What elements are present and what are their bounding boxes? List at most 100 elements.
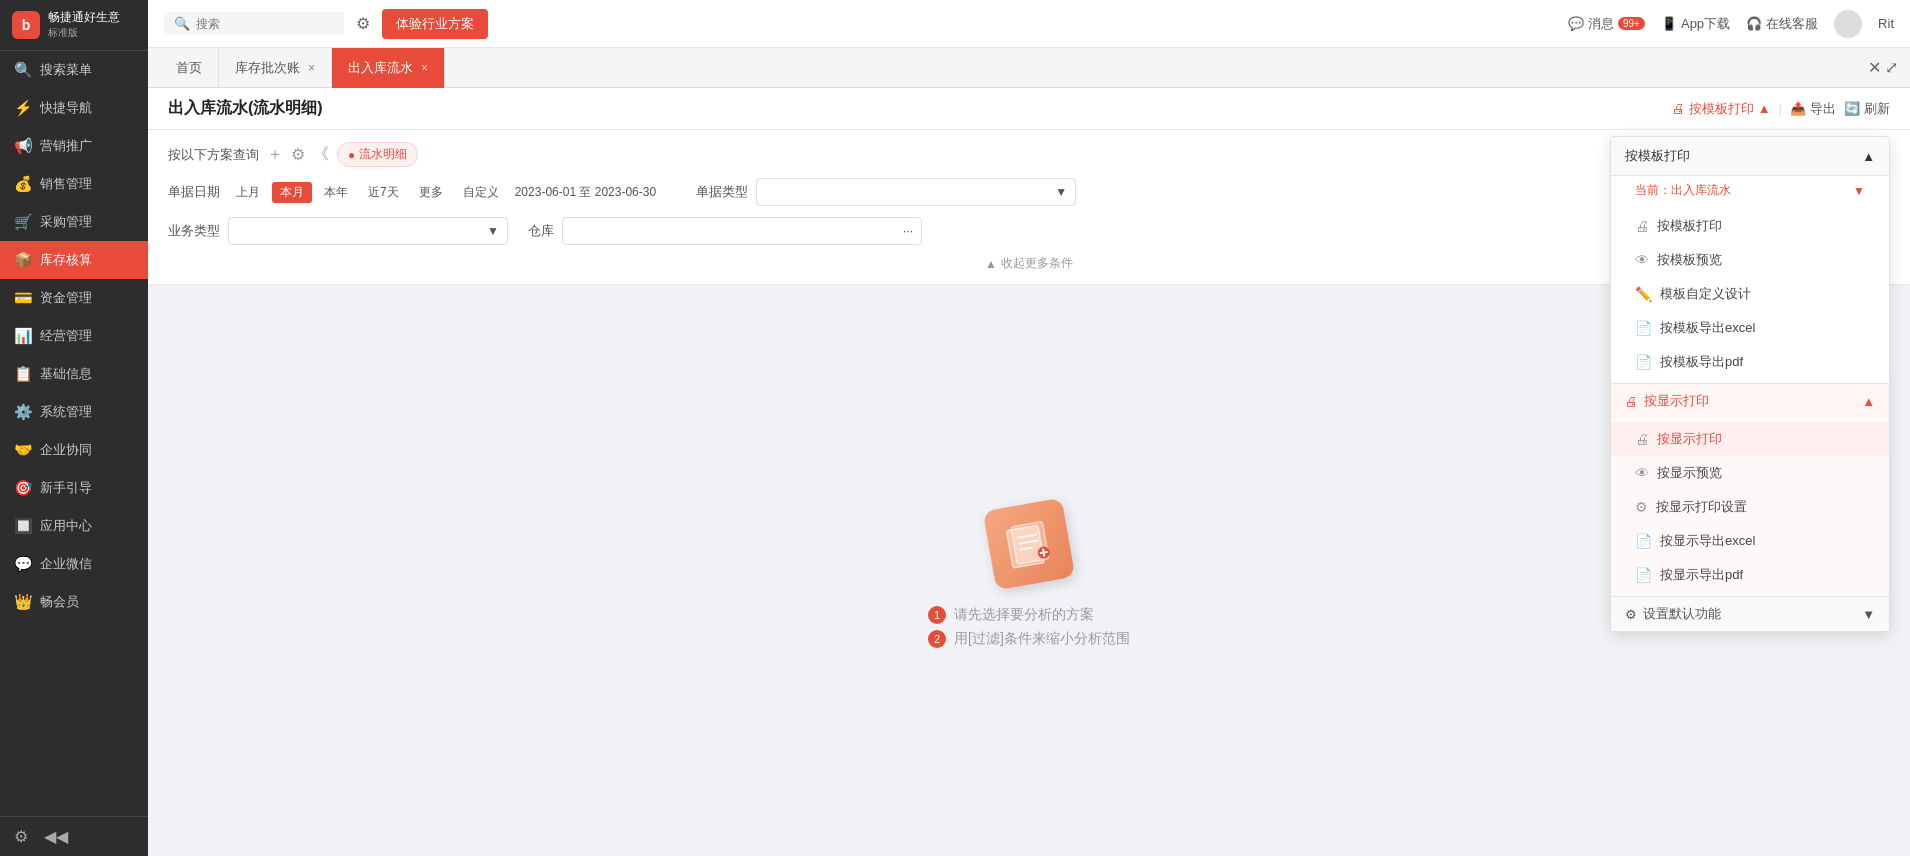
sidebar-item-purchase[interactable]: 🛒 采购管理 xyxy=(0,203,148,241)
topbar-search-box[interactable]: 🔍 xyxy=(164,12,344,35)
dropdown-display-section: 🖨 按显示打印 👁 按显示预览 ⚙ 按显示打印设置 📄 按显示导出excel 📄 xyxy=(1611,418,1889,596)
print-display-icon: 🖨 xyxy=(1635,431,1649,447)
phone-icon: 📱 xyxy=(1661,16,1677,31)
date-btn-this-year[interactable]: 本年 xyxy=(316,182,356,203)
settings-display-icon: ⚙ xyxy=(1635,499,1648,515)
page-header: 出入库流水(流水明细) 🖨 按模板打印 ▲ | 📤 导出 🔄 刷新 xyxy=(148,88,1910,130)
warehouse-select[interactable]: ··· xyxy=(562,217,922,245)
add-filter-icon[interactable]: ＋ xyxy=(267,144,283,165)
dropdown-item-display-excel[interactable]: 📄 按显示导出excel xyxy=(1611,524,1889,558)
empty-hint-2: 2 用[过滤]条件来缩小分析范围 xyxy=(928,630,1130,648)
dropdown-item-label: 模板自定义设计 xyxy=(1660,285,1751,303)
tab-flow-close[interactable]: × xyxy=(421,61,428,75)
footer-icon: ⚙ xyxy=(1625,607,1637,622)
page-title: 出入库流水(流水明细) xyxy=(168,98,323,119)
display-header-arrow: ▲ xyxy=(1862,394,1875,409)
dropdown-item-display-settings[interactable]: ⚙ 按显示打印设置 xyxy=(1611,490,1889,524)
sidebar-item-wechat[interactable]: 💬 企业微信 xyxy=(0,545,148,583)
search-icon: 🔍 xyxy=(14,61,32,79)
flow-detail-tag[interactable]: ● 流水明细 xyxy=(337,142,418,167)
sidebar-item-apps[interactable]: 🔲 应用中心 xyxy=(0,507,148,545)
empty-icon xyxy=(983,497,1076,590)
quick-nav-icon: ⚡ xyxy=(14,99,32,117)
industry-btn[interactable]: 体验行业方案 xyxy=(382,9,488,39)
dropdown-item-template-preview[interactable]: 👁 按模板预览 xyxy=(1611,243,1889,277)
online-service-btn[interactable]: 🎧 在线客服 xyxy=(1746,15,1818,33)
close-tab-btn[interactable]: ✕ xyxy=(1868,58,1881,77)
dropdown-header[interactable]: 按模板打印 ▲ xyxy=(1611,137,1889,176)
app-download-label: App下载 xyxy=(1681,15,1730,33)
dropdown-footer[interactable]: ⚙ 设置默认功能 ▼ xyxy=(1611,596,1889,631)
hint-text-2: 用[过滤]条件来缩小分析范围 xyxy=(954,630,1130,648)
collapse-sidebar-icon[interactable]: ◀◀ xyxy=(44,827,68,846)
sidebar-item-label-sales: 销售管理 xyxy=(40,175,92,193)
print-icon: 🖨 xyxy=(1672,101,1685,116)
collapse-more-btn[interactable]: ▲ 收起更多条件 xyxy=(985,255,1073,272)
sidebar-item-corp[interactable]: 🤝 企业协同 xyxy=(0,431,148,469)
hint-num-1: 1 xyxy=(928,606,946,624)
dropdown-item-template-design[interactable]: ✏️ 模板自定义设计 xyxy=(1611,277,1889,311)
dropdown-item-label: 按显示打印 xyxy=(1657,430,1722,448)
type-select-arrow: ▼ xyxy=(1055,185,1067,199)
print-template-btn[interactable]: 🖨 按模板打印 ▲ xyxy=(1672,100,1771,118)
sidebar-nav: 🔍 搜索菜单 ⚡ 快捷导航 📢 营销推广 💰 销售管理 🛒 采购管理 📦 库存核… xyxy=(0,51,148,816)
tab-batch-close[interactable]: × xyxy=(308,61,315,75)
type-select[interactable]: ▼ xyxy=(756,178,1076,206)
search-input[interactable] xyxy=(196,17,326,31)
date-btn-this-month[interactable]: 本月 xyxy=(272,182,312,203)
sidebar-item-marketing[interactable]: 📢 营销推广 xyxy=(0,127,148,165)
sidebar-item-label-purchase: 采购管理 xyxy=(40,213,92,231)
tab-batch[interactable]: 库存批次账 × xyxy=(219,48,332,88)
sidebar-item-quick-nav[interactable]: ⚡ 快捷导航 xyxy=(0,89,148,127)
tab-flow[interactable]: 出入库流水 × xyxy=(332,48,445,88)
preview-template-icon: 👁 xyxy=(1635,252,1649,268)
sidebar-item-guide[interactable]: 🎯 新手引导 xyxy=(0,469,148,507)
sidebar-item-search[interactable]: 🔍 搜索菜单 xyxy=(0,51,148,89)
date-btn-custom[interactable]: 自定义 xyxy=(455,182,507,203)
gear-icon[interactable]: ⚙ xyxy=(356,14,370,33)
biz-type-select[interactable]: ▼ xyxy=(228,217,508,245)
dropdown-item-template-pdf[interactable]: 📄 按模板导出pdf xyxy=(1611,345,1889,379)
page-header-right: 🖨 按模板打印 ▲ | 📤 导出 🔄 刷新 xyxy=(1672,100,1890,118)
refresh-btn[interactable]: 🔄 刷新 xyxy=(1844,100,1890,118)
date-btn-more[interactable]: 更多 xyxy=(411,182,451,203)
export-icon: 📤 xyxy=(1790,101,1806,116)
date-btn-last-month[interactable]: 上月 xyxy=(228,182,268,203)
dropdown-item-display-print[interactable]: 🖨 按显示打印 xyxy=(1611,422,1889,456)
expand-btn[interactable]: ⤢ xyxy=(1885,58,1898,77)
dropdown-header-arrow: ▲ xyxy=(1862,149,1875,164)
tab-home[interactable]: 首页 xyxy=(160,48,219,88)
messages-btn[interactable]: 💬 消息 99+ xyxy=(1568,15,1645,33)
sidebar-item-inventory[interactable]: 📦 库存核算 xyxy=(0,241,148,279)
sidebar-item-finance[interactable]: 💳 资金管理 xyxy=(0,279,148,317)
date-filter-buttons: 上月 本月 本年 近7天 更多 自定义 xyxy=(228,182,507,203)
logo-name: 畅捷通好生意 xyxy=(48,10,120,26)
dropdown-template-section: 🖨 按模板打印 👁 按模板预览 ✏️ 模板自定义设计 📄 按模板导出excel … xyxy=(1611,205,1889,383)
sidebar-item-sales[interactable]: 💰 销售管理 xyxy=(0,165,148,203)
dropdown-item-display-preview[interactable]: 👁 按显示预览 xyxy=(1611,456,1889,490)
dropdown-display-header[interactable]: 🖨 按显示打印 ▲ xyxy=(1611,383,1889,418)
dropdown-item-template-excel[interactable]: 📄 按模板导出excel xyxy=(1611,311,1889,345)
settings-icon[interactable]: ⚙ xyxy=(14,827,28,846)
tag-icon: ● xyxy=(348,148,355,162)
app-download-btn[interactable]: 📱 App下载 xyxy=(1661,15,1730,33)
dropdown-item-template-print[interactable]: 🖨 按模板打印 xyxy=(1611,209,1889,243)
sidebar-item-operation[interactable]: 📊 经营管理 xyxy=(0,317,148,355)
dropdown-item-display-pdf[interactable]: 📄 按显示导出pdf xyxy=(1611,558,1889,592)
sidebar-item-member[interactable]: 👑 畅会员 xyxy=(0,583,148,621)
filter-setting-icon[interactable]: ⚙ xyxy=(291,145,305,164)
avatar[interactable] xyxy=(1834,10,1862,38)
date-btn-7days[interactable]: 近7天 xyxy=(360,182,407,203)
page-content: 出入库流水(流水明细) 🖨 按模板打印 ▲ | 📤 导出 🔄 刷新 xyxy=(148,88,1910,856)
dropdown-current[interactable]: 当前：出入库流水 ▼ xyxy=(1611,176,1889,205)
sidebar-item-basic[interactable]: 📋 基础信息 xyxy=(0,355,148,393)
sidebar-item-label-system: 系统管理 xyxy=(40,403,92,421)
export-btn[interactable]: 📤 导出 xyxy=(1790,100,1836,118)
design-icon: ✏️ xyxy=(1635,286,1652,302)
online-service-label: 在线客服 xyxy=(1766,15,1818,33)
filter-collapse-icon[interactable]: 《 xyxy=(313,144,329,165)
sidebar-item-system[interactable]: ⚙️ 系统管理 xyxy=(0,393,148,431)
date-filter-group: 单据日期 上月 本月 本年 近7天 更多 自定义 2023-06-01 至 20… xyxy=(168,182,656,203)
refresh-icon: 🔄 xyxy=(1844,101,1860,116)
member-icon: 👑 xyxy=(14,593,32,611)
